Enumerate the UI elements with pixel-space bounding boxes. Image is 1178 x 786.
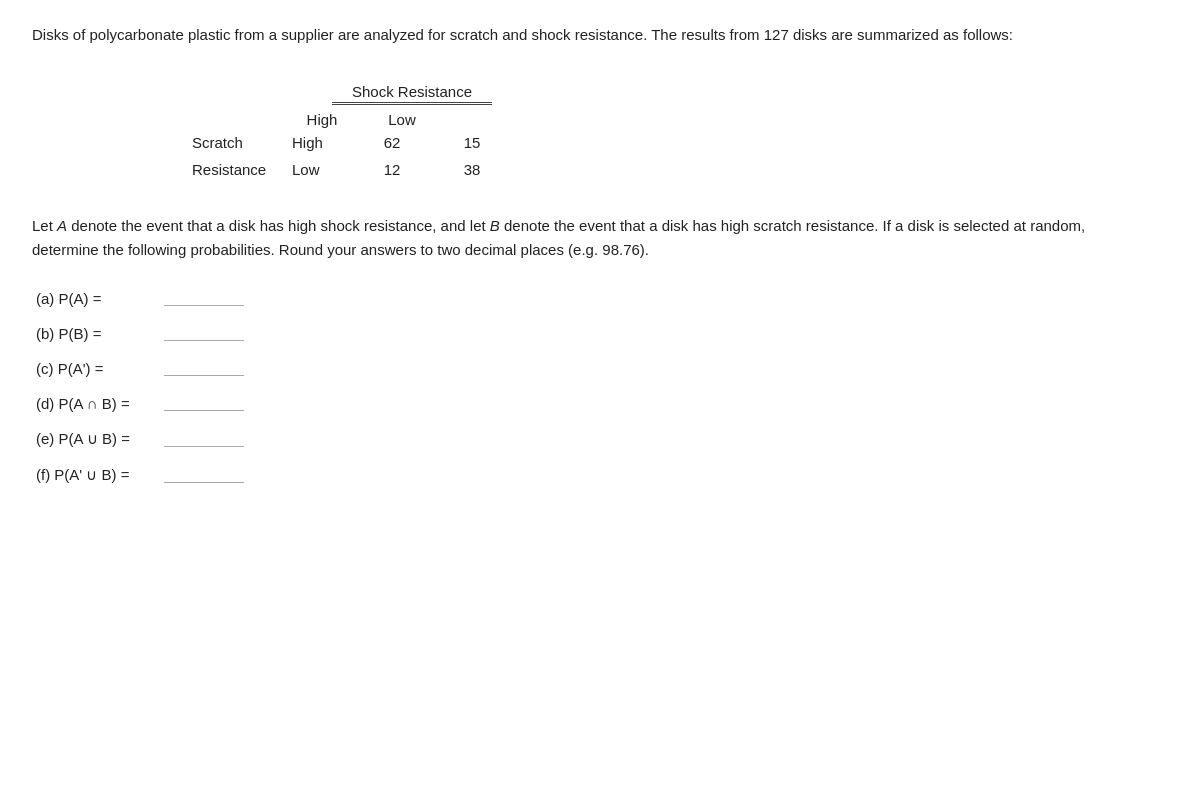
prob-row-a: (a) P(A) = bbox=[36, 290, 1146, 307]
table-row-2: Resistance Low 12 38 bbox=[192, 161, 1146, 178]
col-header-high: High bbox=[282, 111, 362, 128]
prob-answer-b bbox=[164, 325, 244, 341]
prob-answer-c bbox=[164, 360, 244, 376]
data-table-section: Shock Resistance High Low Scratch High 6… bbox=[192, 83, 1146, 178]
variable-A: A bbox=[57, 217, 67, 234]
prob-answer-d bbox=[164, 395, 244, 411]
table-data-rows: Scratch High 62 15 Resistance Low 12 38 bbox=[192, 134, 1146, 178]
row2-val-high: 12 bbox=[352, 161, 432, 178]
prob-answer-a bbox=[164, 290, 244, 306]
table-row-1: Scratch High 62 15 bbox=[192, 134, 1146, 151]
intro-text: Disks of polycarbonate plastic from a su… bbox=[32, 24, 1132, 47]
prob-label-f: (f) P(A' ∪ B) = bbox=[36, 466, 156, 484]
row2-val-low: 38 bbox=[432, 161, 512, 178]
probabilities-section: (a) P(A) = (b) P(B) = (c) P(A') = (d) P(… bbox=[36, 290, 1146, 484]
prob-row-e: (e) P(A ∪ B) = bbox=[36, 430, 1146, 448]
prob-answer-e bbox=[164, 431, 244, 447]
prob-label-d: (d) P(A ∩ B) = bbox=[36, 395, 156, 412]
variable-B: B bbox=[490, 217, 500, 234]
row1-sub-label: High bbox=[292, 134, 352, 151]
col-header-low: Low bbox=[362, 111, 442, 128]
prob-label-c: (c) P(A') = bbox=[36, 360, 156, 377]
row1-main-label: Scratch bbox=[192, 134, 292, 151]
prob-label-a: (a) P(A) = bbox=[36, 290, 156, 307]
prob-row-f: (f) P(A' ∪ B) = bbox=[36, 466, 1146, 484]
prob-label-b: (b) P(B) = bbox=[36, 325, 156, 342]
prob-answer-f bbox=[164, 467, 244, 483]
column-headers-row: High Low bbox=[192, 111, 1146, 128]
row2-main-label: Resistance bbox=[192, 161, 292, 178]
prob-row-d: (d) P(A ∩ B) = bbox=[36, 395, 1146, 412]
prob-row-b: (b) P(B) = bbox=[36, 325, 1146, 342]
prob-row-c: (c) P(A') = bbox=[36, 360, 1146, 377]
shock-resistance-header-row: Shock Resistance bbox=[192, 83, 1146, 105]
description-text: Let A denote the event that a disk has h… bbox=[32, 214, 1146, 262]
row1-val-low: 15 bbox=[432, 134, 512, 151]
row1-val-high: 62 bbox=[352, 134, 432, 151]
shock-resistance-header: Shock Resistance bbox=[332, 83, 492, 105]
row2-sub-label: Low bbox=[292, 161, 352, 178]
prob-label-e: (e) P(A ∪ B) = bbox=[36, 430, 156, 448]
